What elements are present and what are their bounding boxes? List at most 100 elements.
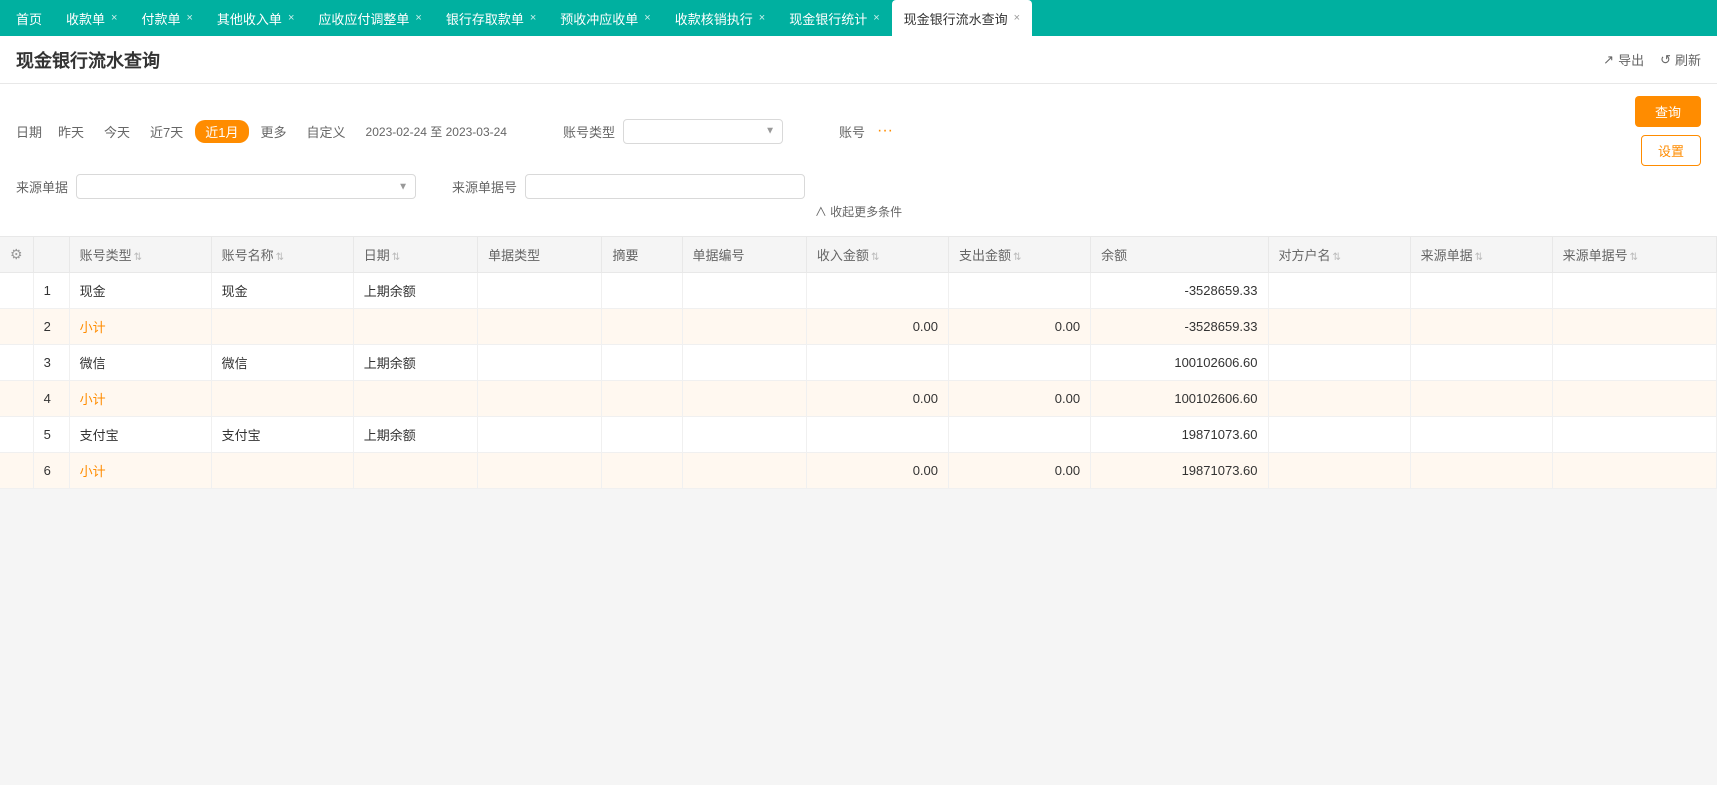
cell-no: 4 — [33, 381, 69, 417]
cell-counterparty — [1268, 453, 1410, 489]
date-filter-group: 日期 昨天 今天 近7天 近1月 更多 自定义 2023-02-24 至 202… — [16, 120, 507, 143]
cell-account-name — [211, 453, 353, 489]
cell-date: 上期余额 — [353, 345, 477, 381]
cell-summary — [602, 417, 682, 453]
sort-icon: ⇅ — [1630, 252, 1638, 263]
cell-income — [806, 417, 948, 453]
sort-icon: ⇅ — [1333, 252, 1341, 263]
col-expense[interactable]: 支出金额⇅ — [949, 237, 1091, 273]
close-icon[interactable]: × — [186, 12, 192, 24]
cell-source-doc — [1410, 309, 1552, 345]
cell-doc-no — [682, 417, 806, 453]
cell-date — [353, 309, 477, 345]
filter-actions: 查询 设置 — [1635, 96, 1701, 166]
date-option-today[interactable]: 今天 — [96, 120, 138, 143]
cell-summary — [602, 273, 682, 309]
cell-summary — [602, 309, 682, 345]
col-income[interactable]: 收入金额⇅ — [806, 237, 948, 273]
date-option-custom[interactable]: 自定义 — [299, 120, 354, 143]
page-title: 现金银行流水查询 — [16, 47, 160, 73]
date-option-7days[interactable]: 近7天 — [142, 120, 191, 143]
cell-doc-no — [682, 453, 806, 489]
cell-expense — [949, 345, 1091, 381]
nav-payment[interactable]: 付款单 × — [129, 0, 204, 36]
gear-icon[interactable]: ⚙ — [10, 246, 23, 262]
cell-doc-type — [478, 273, 602, 309]
col-source-doc[interactable]: 来源单据⇅ — [1410, 237, 1552, 273]
cell-summary — [602, 345, 682, 381]
cell-doc-no — [682, 381, 806, 417]
settings-button[interactable]: 设置 — [1641, 135, 1701, 166]
table-row: 4小计0.000.00100102606.60 — [0, 381, 1717, 417]
col-account-name[interactable]: 账号名称⇅ — [211, 237, 353, 273]
close-icon[interactable]: × — [759, 12, 765, 24]
cell-doc-type — [478, 453, 602, 489]
account-filter-group: 账号 ··· — [839, 122, 897, 141]
col-date[interactable]: 日期⇅ — [353, 237, 477, 273]
cell-no: 5 — [33, 417, 69, 453]
cell-doc-type — [478, 345, 602, 381]
nav-advance[interactable]: 预收冲应收单 × — [548, 0, 662, 36]
export-button[interactable]: ↗ 导出 — [1603, 50, 1644, 69]
close-icon[interactable]: × — [530, 12, 536, 24]
col-account-type[interactable]: 账号类型⇅ — [69, 237, 211, 273]
date-option-1month[interactable]: 近1月 — [195, 120, 248, 143]
cell-account-name: 支付宝 — [211, 417, 353, 453]
cell-balance: -3528659.33 — [1091, 273, 1268, 309]
cell-income: 0.00 — [806, 453, 948, 489]
close-icon[interactable]: × — [644, 12, 650, 24]
collapse-row[interactable]: ∧ 收起更多条件 — [16, 199, 1701, 224]
nav-home[interactable]: 首页 — [4, 0, 54, 36]
source-doc-select[interactable] — [76, 174, 416, 199]
cell-no: 1 — [33, 273, 69, 309]
nav-collection[interactable]: 收款核销执行 × — [663, 0, 777, 36]
cell-settings — [0, 309, 33, 345]
date-option-yesterday[interactable]: 昨天 — [50, 120, 92, 143]
col-source-doc-no[interactable]: 来源单据号⇅ — [1552, 237, 1716, 273]
date-range: 2023-02-24 至 2023-03-24 — [366, 123, 507, 140]
cell-expense — [949, 273, 1091, 309]
refresh-button[interactable]: ↺ 刷新 — [1660, 50, 1701, 69]
cell-counterparty — [1268, 345, 1410, 381]
filter-row-1: 日期 昨天 今天 近7天 近1月 更多 自定义 2023-02-24 至 202… — [16, 96, 1701, 166]
nav-bank-deposit[interactable]: 银行存取款单 × — [434, 0, 548, 36]
account-type-select-wrapper — [623, 119, 783, 144]
close-icon[interactable]: × — [111, 12, 117, 24]
cell-source-doc — [1410, 345, 1552, 381]
cell-account-type: 小计 — [69, 309, 211, 345]
cell-source-doc — [1410, 273, 1552, 309]
cell-doc-no — [682, 309, 806, 345]
cell-balance: 100102606.60 — [1091, 345, 1268, 381]
sort-icon: ⇅ — [134, 252, 142, 263]
col-counterparty[interactable]: 对方户名⇅ — [1268, 237, 1410, 273]
account-dots-button[interactable]: ··· — [873, 122, 897, 140]
close-icon[interactable]: × — [873, 12, 879, 24]
nav-cash-flow[interactable]: 现金银行流水查询 × — [892, 0, 1032, 36]
close-icon[interactable]: × — [415, 12, 421, 24]
account-type-select[interactable] — [623, 119, 783, 144]
nav-other-income[interactable]: 其他收入单 × — [205, 0, 306, 36]
close-icon[interactable]: × — [1014, 12, 1020, 24]
date-option-more[interactable]: 更多 — [253, 120, 295, 143]
cell-summary — [602, 453, 682, 489]
cell-doc-type — [478, 417, 602, 453]
source-doc-no-label: 来源单据号 — [452, 177, 517, 196]
cell-doc-type — [478, 381, 602, 417]
cell-no: 3 — [33, 345, 69, 381]
cell-doc-type — [478, 309, 602, 345]
cell-balance: 19871073.60 — [1091, 417, 1268, 453]
source-doc-no-input[interactable] — [525, 174, 805, 199]
col-settings: ⚙ — [0, 237, 33, 273]
source-doc-no-filter-group: 来源单据号 — [452, 174, 805, 199]
nav-cash-stats[interactable]: 现金银行统计 × — [777, 0, 891, 36]
cell-no: 2 — [33, 309, 69, 345]
nav-ar-ap-adjust[interactable]: 应收应付调整单 × — [306, 0, 433, 36]
cell-date: 上期余额 — [353, 273, 477, 309]
close-icon[interactable]: × — [288, 12, 294, 24]
nav-receipt[interactable]: 收款单 × — [54, 0, 129, 36]
table-row: 6小计0.000.0019871073.60 — [0, 453, 1717, 489]
cell-source-doc-no — [1552, 273, 1716, 309]
cell-expense — [949, 417, 1091, 453]
query-button[interactable]: 查询 — [1635, 96, 1701, 127]
source-doc-filter-group: 来源单据 — [16, 174, 416, 199]
